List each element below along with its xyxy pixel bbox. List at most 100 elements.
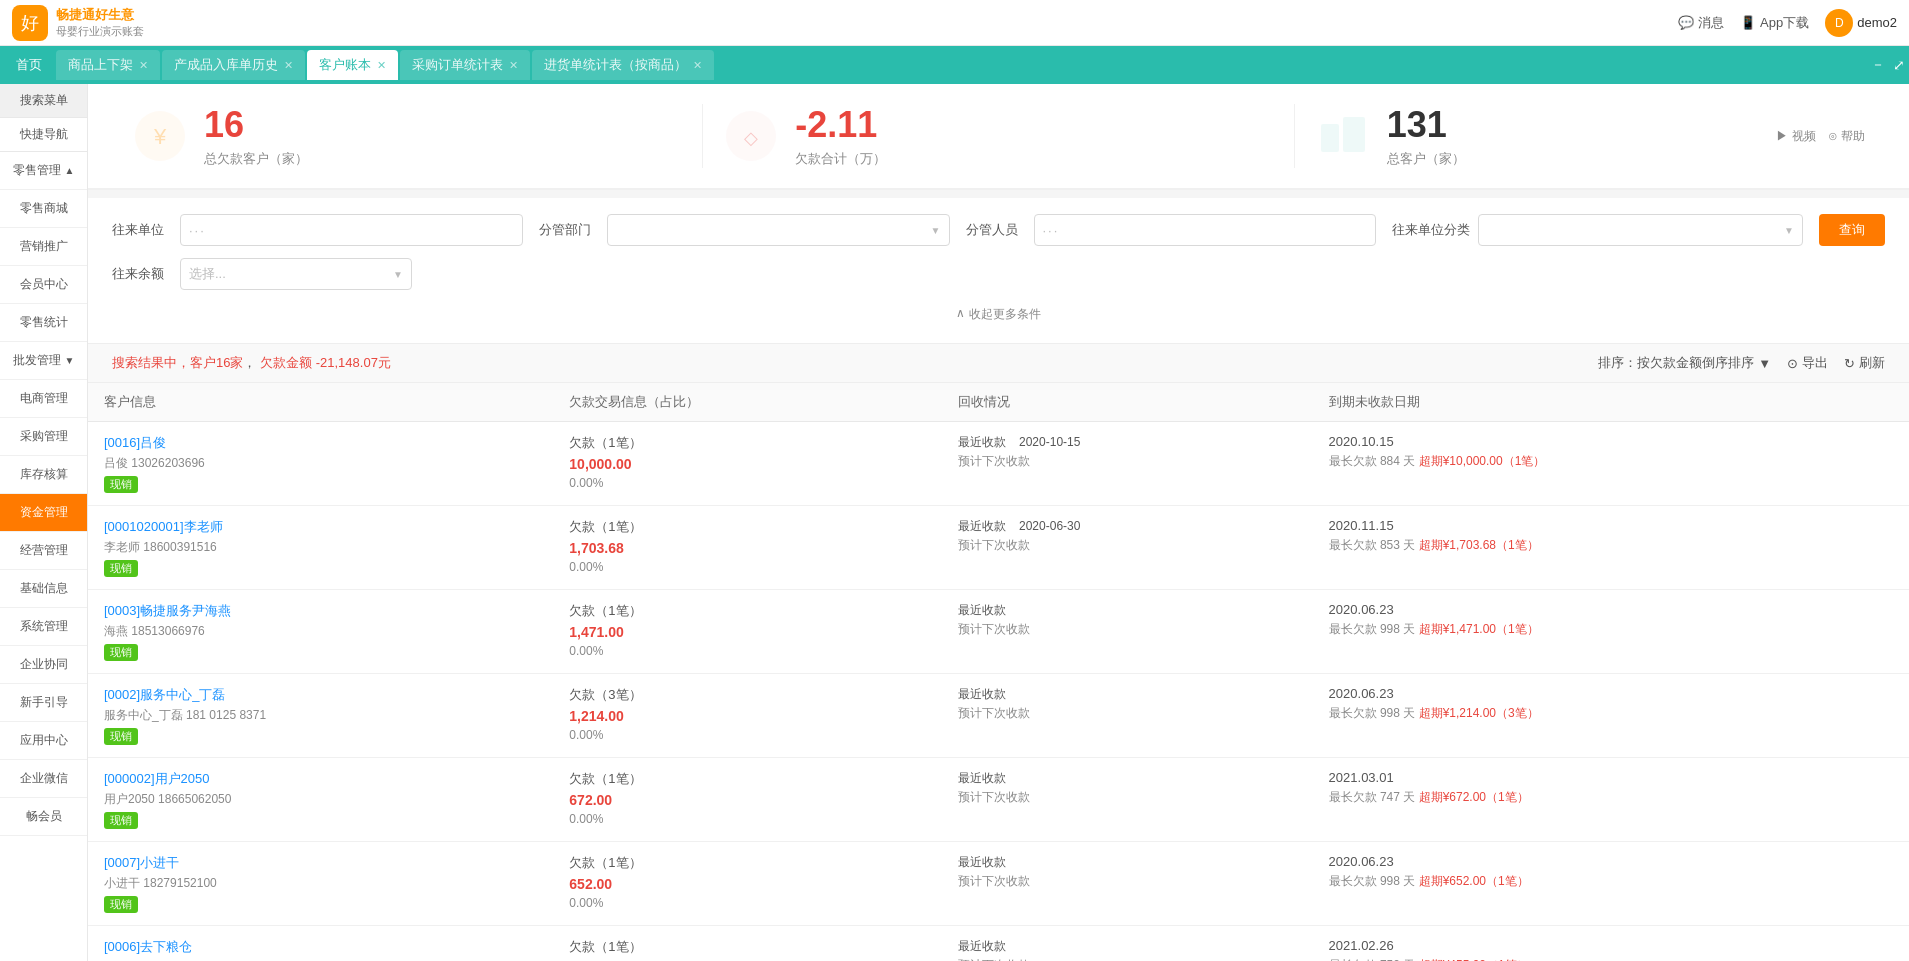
sidebar-item-marketing[interactable]: 营销推广 (0, 228, 87, 266)
sidebar-item-member-center[interactable]: 会员中心 (0, 266, 87, 304)
search-menu[interactable]: 搜索菜单 (0, 84, 87, 118)
customer-info-cell: [0006]去下粮仓 陈小帅 现销 (88, 926, 553, 962)
recent-collection: 最近收款 (958, 938, 1297, 955)
sidebar-item-vip-member[interactable]: 畅会员 (0, 798, 87, 836)
debt-amount[interactable]: 652.00 (569, 876, 925, 892)
customer-info-cell: [000002]用户2050 用户2050 18665062050 现销 (88, 758, 553, 842)
help-btn[interactable]: ⊙ 帮助 (1828, 128, 1865, 145)
sidebar-item-purchase-mgmt[interactable]: 采购管理 (0, 418, 87, 456)
debt-info-cell: 欠款（1笔） 1,471.00 0.00% (553, 590, 941, 674)
overdue-amount[interactable]: 超期¥672.00（1笔） (1419, 790, 1529, 804)
sidebar-item-inventory-check[interactable]: 库存核算 (0, 456, 87, 494)
collapse-btn[interactable]: ∧ 收起更多条件 (112, 302, 1885, 327)
due-date-cell: 2020.10.15 最长欠款 884 天 超期¥10,000.00（1笔） (1313, 422, 1909, 506)
chevron-up-icon: ∧ (956, 306, 965, 323)
tab-customer-account[interactable]: 客户账本 ✕ (307, 50, 398, 80)
due-date-value: 2020.10.15 (1329, 434, 1893, 449)
stat-actions: ▶ 视频 ⊙ 帮助 (1776, 128, 1865, 145)
customer-name[interactable]: [0006]去下粮仓 (104, 938, 537, 956)
export-btn[interactable]: ⊙ 导出 (1787, 354, 1828, 372)
tab-product-shelf[interactable]: 商品上下架 ✕ (56, 50, 160, 80)
customer-name[interactable]: [0007]小进干 (104, 854, 537, 872)
tab-bar: 首页 商品上下架 ✕ 产成品入库单历史 ✕ 客户账本 ✕ 采购订单统计表 ✕ 进… (0, 46, 1909, 84)
maximize-icon[interactable]: ⤢ (1893, 57, 1905, 73)
stat-debt-customers: ¥ 16 总欠款客户（家） (112, 104, 703, 168)
sidebar-item-ecommerce[interactable]: 电商管理 (0, 380, 87, 418)
top-header: 好 畅捷通好生意 母婴行业演示账套 💬 消息 📱 App下载 D demo2 (0, 0, 1909, 46)
sidebar-item-ops-mgmt[interactable]: 经营管理 (0, 532, 87, 570)
customer-name[interactable]: [000002]用户2050 (104, 770, 537, 788)
sidebar-item-enterprise-collab[interactable]: 企业协同 (0, 646, 87, 684)
customer-tag: 现销 (104, 476, 138, 493)
overdue-days: 最长欠款 998 天 超期¥1,471.00（1笔） (1329, 621, 1893, 638)
overdue-days: 最长欠款 747 天 超期¥672.00（1笔） (1329, 789, 1893, 806)
due-date-cell: 2020.06.23 最长欠款 998 天 超期¥1,471.00（1笔） (1313, 590, 1909, 674)
customer-name[interactable]: [0003]畅捷服务尹海燕 (104, 602, 537, 620)
sidebar-item-new-guide[interactable]: 新手引导 (0, 684, 87, 722)
unit-category-input[interactable]: ▼ (1478, 214, 1803, 246)
video-btn[interactable]: ▶ 视频 (1776, 128, 1815, 145)
close-icon[interactable]: ✕ (509, 59, 518, 72)
debt-amount[interactable]: 1,214.00 (569, 708, 925, 724)
tab-production-history[interactable]: 产成品入库单历史 ✕ (162, 50, 305, 80)
customer-name[interactable]: [0016]吕俊 (104, 434, 537, 452)
customer-tag: 现销 (104, 728, 138, 745)
sidebar-item-batch-mgmt[interactable]: 批发管理 ▼ (0, 342, 87, 380)
close-icon[interactable]: ✕ (284, 59, 293, 72)
balance-input[interactable]: 选择... ▼ (180, 258, 412, 290)
stat-total-customers-info: 131 总客户（家） (1387, 104, 1465, 168)
sidebar-item-enterprise-wechat[interactable]: 企业微信 (0, 760, 87, 798)
next-collection: 预计下次收款 (958, 453, 1297, 470)
manager-label: 分管人员 (966, 221, 1026, 239)
sidebar: 搜索菜单 快捷导航 零售管理 ▲ 零售商城 营销推广 会员中心 零售统计 批发管… (0, 84, 88, 961)
tab-home[interactable]: 首页 (4, 50, 54, 80)
table-row: [0006]去下粮仓 陈小帅 现销 欠款（1笔） 455.90 0.00% 最近… (88, 926, 1909, 962)
department-input[interactable]: ▼ (607, 214, 950, 246)
customer-name[interactable]: [0002]服务中心_丁磊 (104, 686, 537, 704)
search-button[interactable]: 查询 (1819, 214, 1885, 246)
debt-amount[interactable]: 672.00 (569, 792, 925, 808)
svg-text:◇: ◇ (744, 128, 758, 148)
next-collection: 预计下次收款 (958, 705, 1297, 722)
sidebar-item-finance-mgmt[interactable]: 资金管理 (0, 494, 87, 532)
close-icon[interactable]: ✕ (693, 59, 702, 72)
debt-amount[interactable]: 1,471.00 (569, 624, 925, 640)
sidebar-item-app-center[interactable]: 应用中心 (0, 722, 87, 760)
sidebar-item-retail-stats[interactable]: 零售统计 (0, 304, 87, 342)
next-collection: 预计下次收款 (958, 789, 1297, 806)
sidebar-item-basic-info[interactable]: 基础信息 (0, 570, 87, 608)
overdue-amount[interactable]: 超期¥1,703.68（1笔） (1419, 538, 1539, 552)
return-status-cell: 最近收款 预计下次收款 (942, 674, 1313, 758)
avatar: D (1825, 9, 1853, 37)
close-icon[interactable]: ✕ (139, 59, 148, 72)
svg-text:¥: ¥ (153, 124, 167, 149)
overdue-amount[interactable]: 超期¥10,000.00（1笔） (1419, 454, 1546, 468)
overdue-amount[interactable]: 超期¥652.00（1笔） (1419, 874, 1529, 888)
overdue-amount[interactable]: 超期¥1,214.00（3笔） (1419, 706, 1539, 720)
col-customer-info: 客户信息 (88, 383, 553, 422)
close-icon[interactable]: ✕ (377, 59, 386, 72)
sidebar-item-system-mgmt[interactable]: 系统管理 (0, 608, 87, 646)
manager-input[interactable]: ··· (1034, 214, 1377, 246)
sidebar-item-retail-mgmt[interactable]: 零售管理 ▲ (0, 152, 87, 190)
customer-name[interactable]: [0001020001]李老师 (104, 518, 537, 536)
sidebar-item-retail-mall[interactable]: 零售商城 (0, 190, 87, 228)
customer-tag: 现销 (104, 812, 138, 829)
quick-nav[interactable]: 快捷导航 (0, 118, 87, 152)
tab-purchase-order-summary[interactable]: 采购订单统计表 ✕ (400, 50, 530, 80)
debt-amount[interactable]: 10,000.00 (569, 456, 925, 472)
minimize-icon[interactable]: － (1871, 56, 1885, 74)
refresh-btn[interactable]: ↻ 刷新 (1844, 354, 1885, 372)
debt-amount[interactable]: 1,703.68 (569, 540, 925, 556)
overdue-amount[interactable]: 超期¥1,471.00（1笔） (1419, 622, 1539, 636)
debt-customers-label: 总欠款客户（家） (204, 150, 308, 168)
user-avatar-btn[interactable]: D demo2 (1825, 9, 1897, 37)
sort-select[interactable]: 排序：按欠款金额倒序排序 ▼ (1598, 354, 1771, 372)
messages-btn[interactable]: 💬 消息 (1678, 14, 1724, 32)
tab-purchase-stats-product[interactable]: 进货单统计表（按商品） ✕ (532, 50, 714, 80)
col-return-status: 回收情况 (942, 383, 1313, 422)
department-filter: 分管部门 ▼ (539, 214, 950, 246)
overdue-days: 最长欠款 853 天 超期¥1,703.68（1笔） (1329, 537, 1893, 554)
app-download-btn[interactable]: 📱 App下载 (1740, 14, 1809, 32)
source-unit-input[interactable]: ··· (180, 214, 523, 246)
